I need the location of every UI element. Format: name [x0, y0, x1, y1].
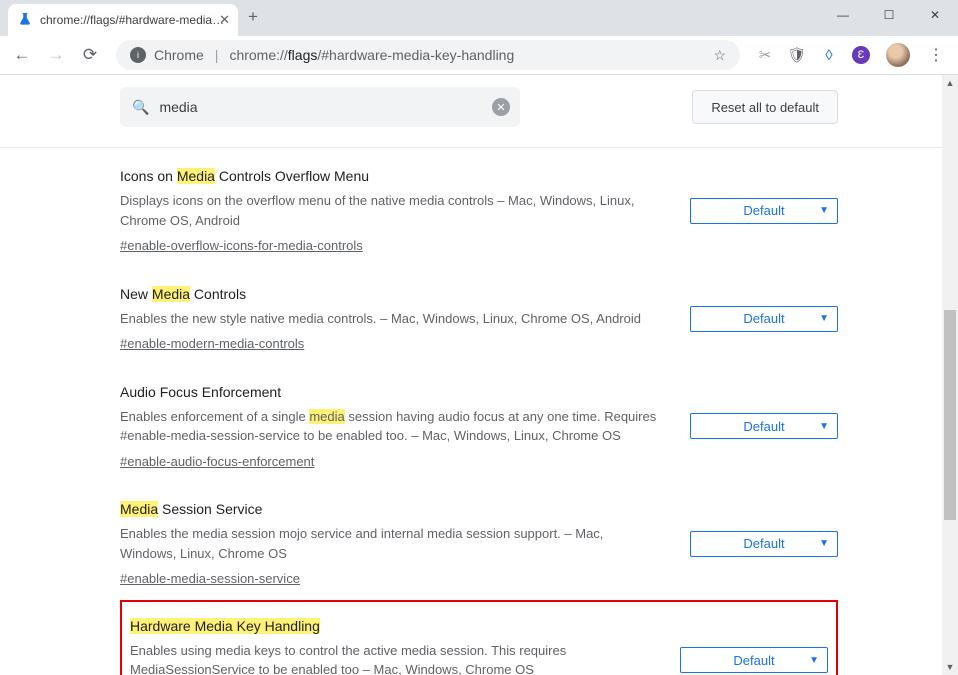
close-window-button[interactable]: ✕ — [912, 0, 958, 30]
flag-title: New Media Controls — [120, 284, 660, 305]
flag-item: Media Session Service Enables the media … — [120, 485, 838, 603]
chevron-down-icon: ▼ — [819, 538, 829, 549]
flag-title: Media Session Service — [120, 499, 660, 520]
flag-dropdown[interactable]: Default ▼ — [690, 306, 838, 332]
flag-description: Enables using media keys to control the … — [130, 641, 650, 675]
flag-dropdown[interactable]: Default ▼ — [690, 531, 838, 557]
flag-anchor-link[interactable]: #enable-audio-focus-enforcement — [120, 454, 314, 469]
window-buttons: ― ☐ ✕ — [820, 0, 958, 30]
extension-icon-1[interactable]: ✂ — [752, 42, 778, 68]
window-titlebar: chrome://flags/#hardware-media… ✕ + ― ☐ … — [0, 0, 958, 36]
flag-title: Hardware Media Key Handling — [130, 616, 650, 637]
forward-button: → — [42, 41, 70, 69]
url-scheme: Chrome — [154, 47, 204, 63]
close-tab-icon[interactable]: ✕ — [219, 12, 230, 28]
search-icon: 🔍 — [132, 99, 149, 116]
scroll-up-arrow[interactable]: ▲ — [942, 75, 958, 91]
chrome-menu-button[interactable]: ⋮ — [922, 41, 950, 69]
flags-page: 🔍 media ✕ Reset all to default Icons on … — [120, 75, 838, 675]
scroll-down-arrow[interactable]: ▼ — [942, 659, 958, 675]
browser-toolbar: ← → ⟳ i Chrome | chrome://flags/#hardwar… — [0, 36, 958, 75]
back-button[interactable]: ← — [8, 41, 36, 69]
flag-description: Enables enforcement of a single media se… — [120, 407, 660, 446]
address-bar[interactable]: i Chrome | chrome://flags/#hardware-medi… — [116, 40, 740, 70]
vertical-scrollbar[interactable]: ▲ ▼ — [942, 75, 958, 675]
flag-dropdown[interactable]: Default ▼ — [690, 413, 838, 439]
flag-title: Audio Focus Enforcement — [120, 382, 660, 403]
flag-dropdown[interactable]: Default ▼ — [690, 198, 838, 224]
flag-anchor-link[interactable]: #enable-media-session-service — [120, 571, 300, 586]
tab-title: chrome://flags/#hardware-media… — [40, 13, 224, 27]
flask-icon — [18, 13, 32, 27]
flag-item: Icons on Media Controls Overflow Menu Di… — [120, 152, 838, 270]
minimize-button[interactable]: ― — [820, 0, 866, 30]
flag-description: Displays icons on the overflow menu of t… — [120, 191, 660, 230]
flag-anchor-link[interactable]: #enable-modern-media-controls — [120, 336, 304, 351]
profile-avatar[interactable] — [886, 43, 910, 67]
bookmark-star-icon[interactable]: ☆ — [713, 47, 726, 64]
maximize-button[interactable]: ☐ — [866, 0, 912, 30]
scrollbar-thumb[interactable] — [944, 310, 956, 520]
flag-dropdown[interactable]: Default ▼ — [680, 647, 828, 673]
flag-description: Enables the new style native media contr… — [120, 309, 660, 329]
extension-icon-3[interactable]: ◊ — [816, 42, 842, 68]
search-value: media — [159, 99, 197, 115]
flags-search-input[interactable]: 🔍 media ✕ — [120, 87, 520, 127]
url-separator: | — [215, 47, 219, 63]
flag-item: Audio Focus Enforcement Enables enforcem… — [120, 368, 838, 486]
site-info-icon[interactable]: i — [130, 47, 146, 63]
highlighted-flag-box: Hardware Media Key Handling Enables usin… — [120, 600, 838, 675]
flag-item: New Media Controls Enables the new style… — [120, 270, 838, 368]
chevron-down-icon: ▼ — [819, 205, 829, 216]
extension-icon-4[interactable]: Ɛ — [848, 42, 874, 68]
reset-all-button[interactable]: Reset all to default — [692, 90, 838, 124]
clear-search-icon[interactable]: ✕ — [492, 98, 510, 116]
flag-anchor-link[interactable]: #enable-overflow-icons-for-media-control… — [120, 238, 363, 253]
chevron-down-icon: ▼ — [819, 313, 829, 324]
chevron-down-icon: ▼ — [819, 421, 829, 432]
chevron-down-icon: ▼ — [809, 655, 819, 666]
browser-tab[interactable]: chrome://flags/#hardware-media… ✕ — [8, 4, 238, 36]
reload-button[interactable]: ⟳ — [76, 41, 104, 69]
new-tab-button[interactable]: + — [248, 7, 258, 29]
flag-title: Icons on Media Controls Overflow Menu — [120, 166, 660, 187]
flag-description: Enables the media session mojo service a… — [120, 524, 660, 563]
flag-item: Hardware Media Key Handling Enables usin… — [128, 608, 830, 675]
ublock-icon[interactable]: 🛡 — [784, 42, 810, 68]
